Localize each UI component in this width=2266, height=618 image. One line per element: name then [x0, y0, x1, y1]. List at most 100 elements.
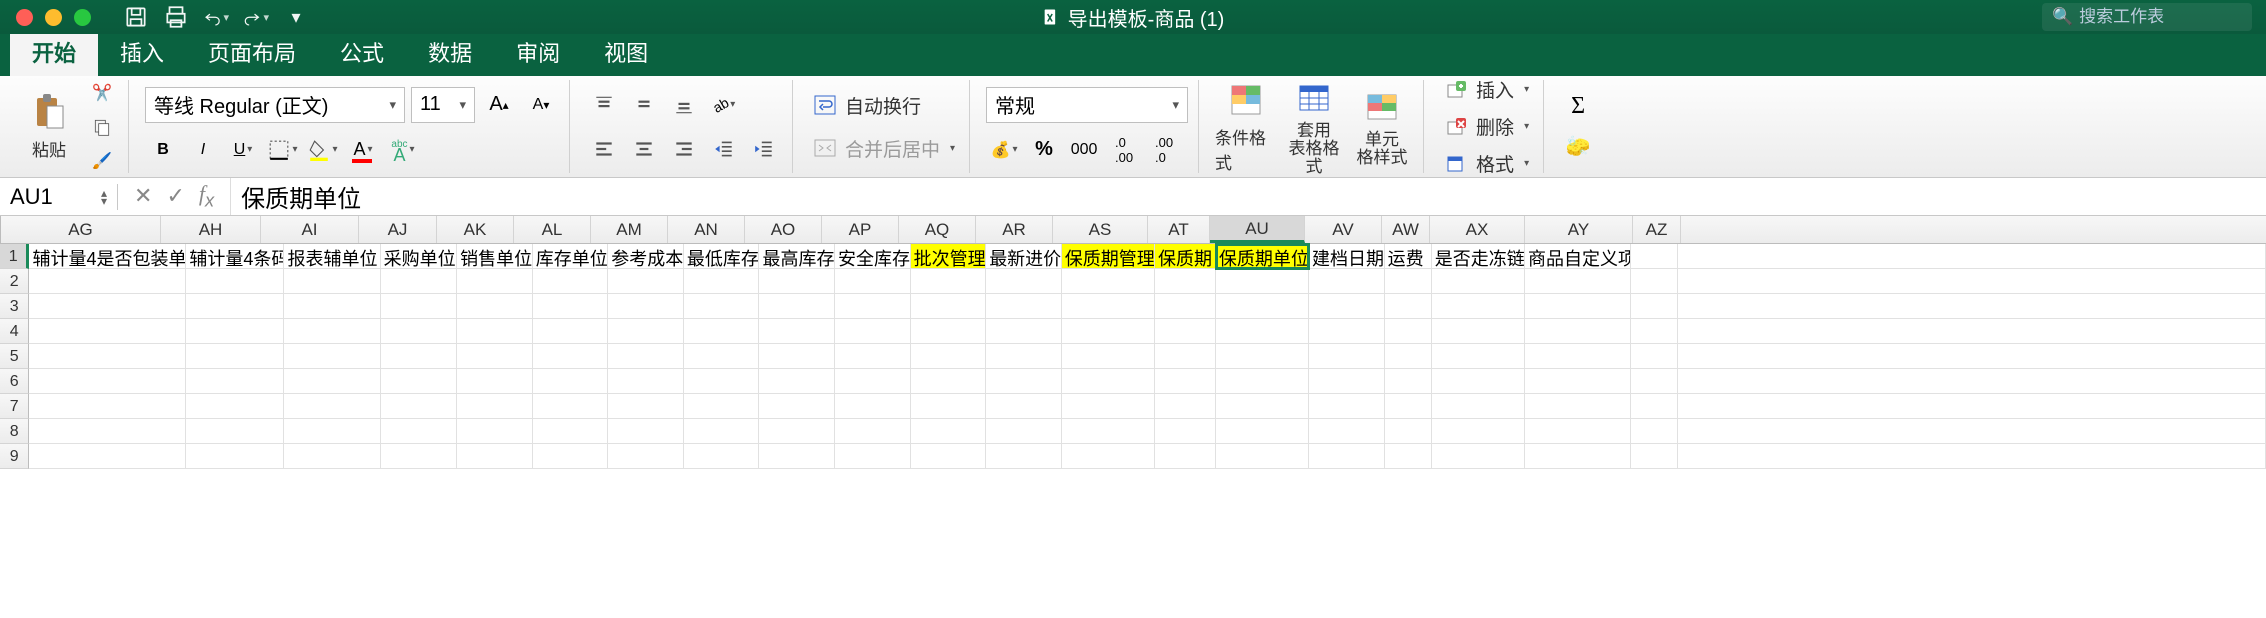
cell-AR3[interactable] — [986, 294, 1062, 319]
align-top-button[interactable] — [586, 88, 622, 122]
cell-AP2[interactable] — [835, 269, 911, 294]
cell-AR9[interactable] — [986, 444, 1062, 469]
cell-AZ7[interactable] — [1631, 394, 1678, 419]
cell-AT1[interactable]: 保质期 — [1155, 244, 1216, 269]
decrease-indent-button[interactable] — [706, 132, 742, 166]
column-header-AW[interactable]: AW — [1382, 216, 1430, 243]
cell-AV4[interactable] — [1309, 319, 1385, 344]
cell-AQ7[interactable] — [911, 394, 987, 419]
cell-AQ8[interactable] — [911, 419, 987, 444]
cell-AZ3[interactable] — [1631, 294, 1678, 319]
cell-AZ5[interactable] — [1631, 344, 1678, 369]
tab-layout[interactable]: 页面布局 — [186, 28, 318, 76]
cell-AZ2[interactable] — [1631, 269, 1678, 294]
copy-button[interactable] — [86, 113, 118, 141]
cell-AX5[interactable] — [1432, 344, 1525, 369]
cell-AQ5[interactable] — [911, 344, 987, 369]
column-header-AQ[interactable]: AQ — [899, 216, 976, 243]
align-right-button[interactable] — [666, 132, 702, 166]
cell-AR4[interactable] — [986, 319, 1062, 344]
cell-AN7[interactable] — [684, 394, 760, 419]
cell-AK9[interactable] — [457, 444, 533, 469]
currency-button[interactable]: 💰▾ — [986, 133, 1022, 167]
cell[interactable] — [1678, 319, 2266, 344]
cell-AI4[interactable] — [284, 319, 380, 344]
close-window-button[interactable] — [16, 9, 33, 26]
cell-AJ5[interactable] — [381, 344, 458, 369]
cell-AV8[interactable] — [1309, 419, 1385, 444]
insert-cells-button[interactable]: 插入▾ — [1440, 74, 1533, 105]
cell-AI9[interactable] — [284, 444, 380, 469]
bold-button[interactable]: B — [145, 133, 181, 167]
cell-AM4[interactable] — [608, 319, 684, 344]
format-as-table-button[interactable]: 套用 表格格式 — [1283, 78, 1345, 176]
wrap-text-button[interactable]: 自动换行 — [809, 90, 959, 121]
cell-AQ6[interactable] — [911, 369, 987, 394]
row-header-5[interactable]: 5 — [0, 344, 29, 369]
cell[interactable] — [1678, 294, 2266, 319]
cell-AM9[interactable] — [608, 444, 684, 469]
cell[interactable] — [1678, 344, 2266, 369]
cell-AQ9[interactable] — [911, 444, 987, 469]
cell-AI6[interactable] — [284, 369, 380, 394]
cell-AM5[interactable] — [608, 344, 684, 369]
cell-AZ8[interactable] — [1631, 419, 1678, 444]
row-header-9[interactable]: 9 — [0, 444, 29, 469]
cell-AZ9[interactable] — [1631, 444, 1678, 469]
cell-AY5[interactable] — [1525, 344, 1631, 369]
cell-AK3[interactable] — [457, 294, 533, 319]
cell-AS1[interactable]: 保质期管理 — [1062, 244, 1155, 269]
cell-AV5[interactable] — [1309, 344, 1385, 369]
conditional-format-button[interactable]: 条件格式 — [1215, 80, 1277, 174]
cell[interactable] — [1678, 269, 2266, 294]
cell-AJ3[interactable] — [381, 294, 458, 319]
print-button[interactable] — [163, 4, 189, 30]
border-button[interactable]: ▾ — [265, 133, 301, 167]
cell-AH4[interactable] — [186, 319, 284, 344]
minimize-window-button[interactable] — [45, 9, 62, 26]
cell-AJ2[interactable] — [381, 269, 458, 294]
paste-button[interactable]: 粘贴 — [18, 92, 80, 161]
cell-AT6[interactable] — [1155, 369, 1216, 394]
cell-AH8[interactable] — [186, 419, 284, 444]
cell-AP4[interactable] — [835, 319, 911, 344]
cell-AV1[interactable]: 建档日期 — [1309, 244, 1385, 269]
formula-input[interactable]: 保质期单位 — [230, 178, 2266, 215]
cell-AH9[interactable] — [186, 444, 284, 469]
cell-AI7[interactable] — [284, 394, 380, 419]
search-input[interactable] — [2079, 7, 2242, 27]
cell-AL2[interactable] — [533, 269, 609, 294]
cell-AK1[interactable]: 销售单位 — [457, 244, 533, 269]
cell-AH6[interactable] — [186, 369, 284, 394]
cell-AX1[interactable]: 是否走冻链 — [1432, 244, 1525, 269]
cell-AN5[interactable] — [684, 344, 760, 369]
font-color-button[interactable]: A▾ — [345, 133, 381, 167]
cell-AW9[interactable] — [1385, 444, 1432, 469]
cell-AU4[interactable] — [1216, 319, 1309, 344]
cut-button[interactable]: ✂️ — [86, 79, 118, 107]
delete-cells-button[interactable]: 删除▾ — [1440, 111, 1533, 142]
cell-AK2[interactable] — [457, 269, 533, 294]
column-header-AU[interactable]: AU — [1210, 216, 1305, 243]
cell-AR1[interactable]: 最新进价 — [986, 244, 1062, 269]
cell-AX4[interactable] — [1432, 319, 1525, 344]
underline-button[interactable]: U▾ — [225, 133, 261, 167]
cell-AM2[interactable] — [608, 269, 684, 294]
cell-AL4[interactable] — [533, 319, 609, 344]
cell-AT5[interactable] — [1155, 344, 1216, 369]
cell-AM6[interactable] — [608, 369, 684, 394]
cell-AY7[interactable] — [1525, 394, 1631, 419]
cell-AG6[interactable] — [29, 369, 186, 394]
undo-button[interactable]: ▾ — [203, 4, 229, 30]
cell-AL9[interactable] — [533, 444, 609, 469]
cell-AL6[interactable] — [533, 369, 609, 394]
cell-AS8[interactable] — [1062, 419, 1155, 444]
cell-AS6[interactable] — [1062, 369, 1155, 394]
merge-center-button[interactable]: 合并后居中 ▾ — [809, 133, 959, 164]
cell-AQ3[interactable] — [911, 294, 987, 319]
cell-AJ1[interactable]: 采购单位 — [381, 244, 458, 269]
cell-AV3[interactable] — [1309, 294, 1385, 319]
cell-AP6[interactable] — [835, 369, 911, 394]
cell-AS5[interactable] — [1062, 344, 1155, 369]
cell-AW5[interactable] — [1385, 344, 1432, 369]
